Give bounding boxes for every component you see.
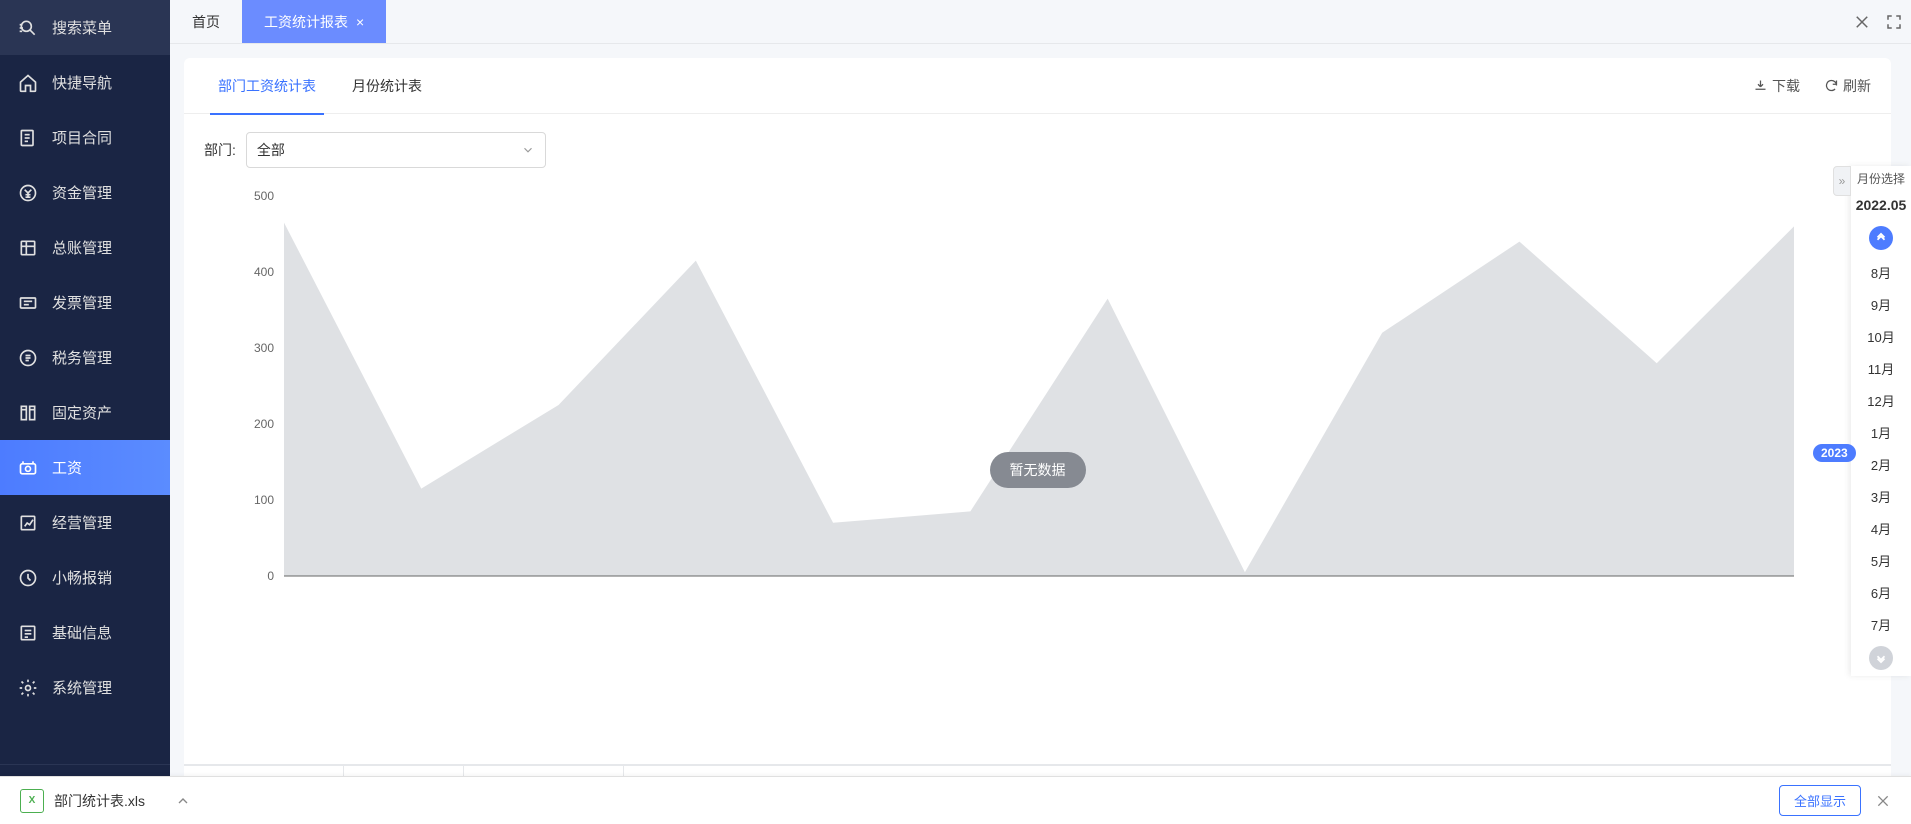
month-option[interactable]: 12月 xyxy=(1851,384,1911,416)
month-option[interactable]: 5月 xyxy=(1851,544,1911,576)
show-all-button[interactable]: 全部显示 xyxy=(1779,785,1861,816)
sidebar-item-funds[interactable]: 资金管理 xyxy=(0,165,170,220)
sidebar-label: 快捷导航 xyxy=(52,72,112,93)
tabs-row: 首页 工资统计报表 × xyxy=(170,0,1911,44)
sidebar-label: 固定资产 xyxy=(52,402,112,423)
download-icon xyxy=(1753,78,1768,93)
close-download-bar-icon[interactable] xyxy=(1875,793,1891,809)
sidebar-item-contract[interactable]: 项目合同 xyxy=(0,110,170,165)
sidebar-item-business[interactable]: 经营管理 xyxy=(0,495,170,550)
money-icon xyxy=(18,183,38,203)
business-icon xyxy=(18,513,38,533)
month-option[interactable]: 2月 xyxy=(1851,448,1911,480)
sidebar-label: 小畅报销 xyxy=(52,567,112,588)
fullscreen-icon[interactable] xyxy=(1885,13,1903,31)
sidebar-label: 工资 xyxy=(52,457,82,478)
sidebar-item-ledger[interactable]: 总账管理 xyxy=(0,220,170,275)
salary-icon xyxy=(18,458,38,478)
close-tab-icon[interactable]: × xyxy=(356,14,364,30)
sidebar-label: 总账管理 xyxy=(52,237,112,258)
search-icon xyxy=(18,18,38,38)
sidebar-item-tax[interactable]: 税务管理 xyxy=(0,330,170,385)
panel-tabs: 部门工资统计表 月份统计表 下载 刷新 xyxy=(184,58,1891,114)
contract-icon xyxy=(18,128,38,148)
month-picker-panel: » 月份选择 2022.05 8月9月10月11月12月1月2月3月4月5月6月… xyxy=(1851,166,1911,676)
sidebar-item-asset[interactable]: 固定资产 xyxy=(0,385,170,440)
download-filename: 部门统计表.xls xyxy=(54,791,145,811)
asset-icon xyxy=(18,403,38,423)
month-scroll-up[interactable] xyxy=(1869,226,1893,250)
month-option[interactable]: 10月 xyxy=(1851,320,1911,352)
download-chevron-up[interactable] xyxy=(169,787,197,815)
month-current-value: 2022.05 xyxy=(1851,190,1911,220)
invoice-icon xyxy=(18,293,38,313)
sidebar-item-reimburse[interactable]: 小畅报销 xyxy=(0,550,170,605)
sidebar-item-search[interactable]: 搜索菜单 xyxy=(0,0,170,55)
month-option[interactable]: 7月 xyxy=(1851,608,1911,640)
month-panel-collapse[interactable]: » xyxy=(1833,166,1851,196)
sidebar-item-quicknav[interactable]: 快捷导航 xyxy=(0,55,170,110)
sidebar-label: 发票管理 xyxy=(52,292,112,313)
month-option[interactable]: 3月 xyxy=(1851,480,1911,512)
system-icon xyxy=(18,678,38,698)
month-option[interactable]: 4月 xyxy=(1851,512,1911,544)
sidebar-label: 资金管理 xyxy=(52,182,112,203)
tab-home[interactable]: 首页 xyxy=(170,0,242,43)
month-option[interactable]: 11月 xyxy=(1851,352,1911,384)
refresh-button[interactable]: 刷新 xyxy=(1824,76,1871,96)
chart-area: 0 100 200 300 400 500 暂无数据 xyxy=(184,176,1891,764)
chevron-down-icon xyxy=(521,143,535,157)
sidebar-label: 系统管理 xyxy=(52,677,112,698)
sidebar-item-info[interactable]: 基础信息 xyxy=(0,605,170,660)
month-scroll-down[interactable] xyxy=(1869,646,1893,670)
year-badge: 2023 xyxy=(1813,444,1856,462)
sidebar-item-salary[interactable]: 工资 xyxy=(0,440,170,495)
dept-select[interactable]: 全部 xyxy=(246,132,546,168)
sidebar-label: 项目合同 xyxy=(52,127,112,148)
tab-salary-report[interactable]: 工资统计报表 × xyxy=(242,0,386,43)
home-icon xyxy=(18,73,38,93)
xls-file-icon: X xyxy=(20,789,44,813)
month-option[interactable]: 8月 xyxy=(1851,256,1911,288)
svg-text:200: 200 xyxy=(254,417,274,431)
month-option[interactable]: 9月 xyxy=(1851,288,1911,320)
download-bar: X 部门统计表.xls 全部显示 xyxy=(0,776,1911,824)
area-chart: 0 100 200 300 400 500 xyxy=(214,176,1814,596)
reimburse-icon xyxy=(18,568,38,588)
sidebar-label: 税务管理 xyxy=(52,347,112,368)
close-all-tabs-icon[interactable] xyxy=(1853,13,1871,31)
svg-text:300: 300 xyxy=(254,341,274,355)
month-option[interactable]: 1月 xyxy=(1851,416,1911,448)
filter-row: 部门: 全部 xyxy=(184,114,1891,176)
svg-text:400: 400 xyxy=(254,265,274,279)
dept-filter-label: 部门: xyxy=(204,140,236,160)
sidebar-item-invoice[interactable]: 发票管理 xyxy=(0,275,170,330)
refresh-icon xyxy=(1824,78,1839,93)
svg-text:500: 500 xyxy=(254,189,274,203)
sidebar-label: 搜索菜单 xyxy=(52,17,112,38)
svg-text:0: 0 xyxy=(267,569,274,583)
sidebar-item-system[interactable]: 系统管理 xyxy=(0,660,170,715)
sidebar-label: 经营管理 xyxy=(52,512,112,533)
info-icon xyxy=(18,623,38,643)
panel-tab-month[interactable]: 月份统计表 xyxy=(334,58,440,114)
month-panel-title: 月份选择 xyxy=(1851,166,1911,190)
sidebar: 搜索菜单 快捷导航 项目合同 资金管理 总账管理 发票管理 xyxy=(0,0,170,824)
month-option[interactable]: 6月 xyxy=(1851,576,1911,608)
sidebar-label: 基础信息 xyxy=(52,622,112,643)
tax-icon xyxy=(18,348,38,368)
no-data-badge: 暂无数据 xyxy=(990,452,1086,488)
download-button[interactable]: 下载 xyxy=(1753,76,1800,96)
svg-text:100: 100 xyxy=(254,493,274,507)
panel-tab-dept[interactable]: 部门工资统计表 xyxy=(200,58,334,114)
ledger-icon xyxy=(18,238,38,258)
